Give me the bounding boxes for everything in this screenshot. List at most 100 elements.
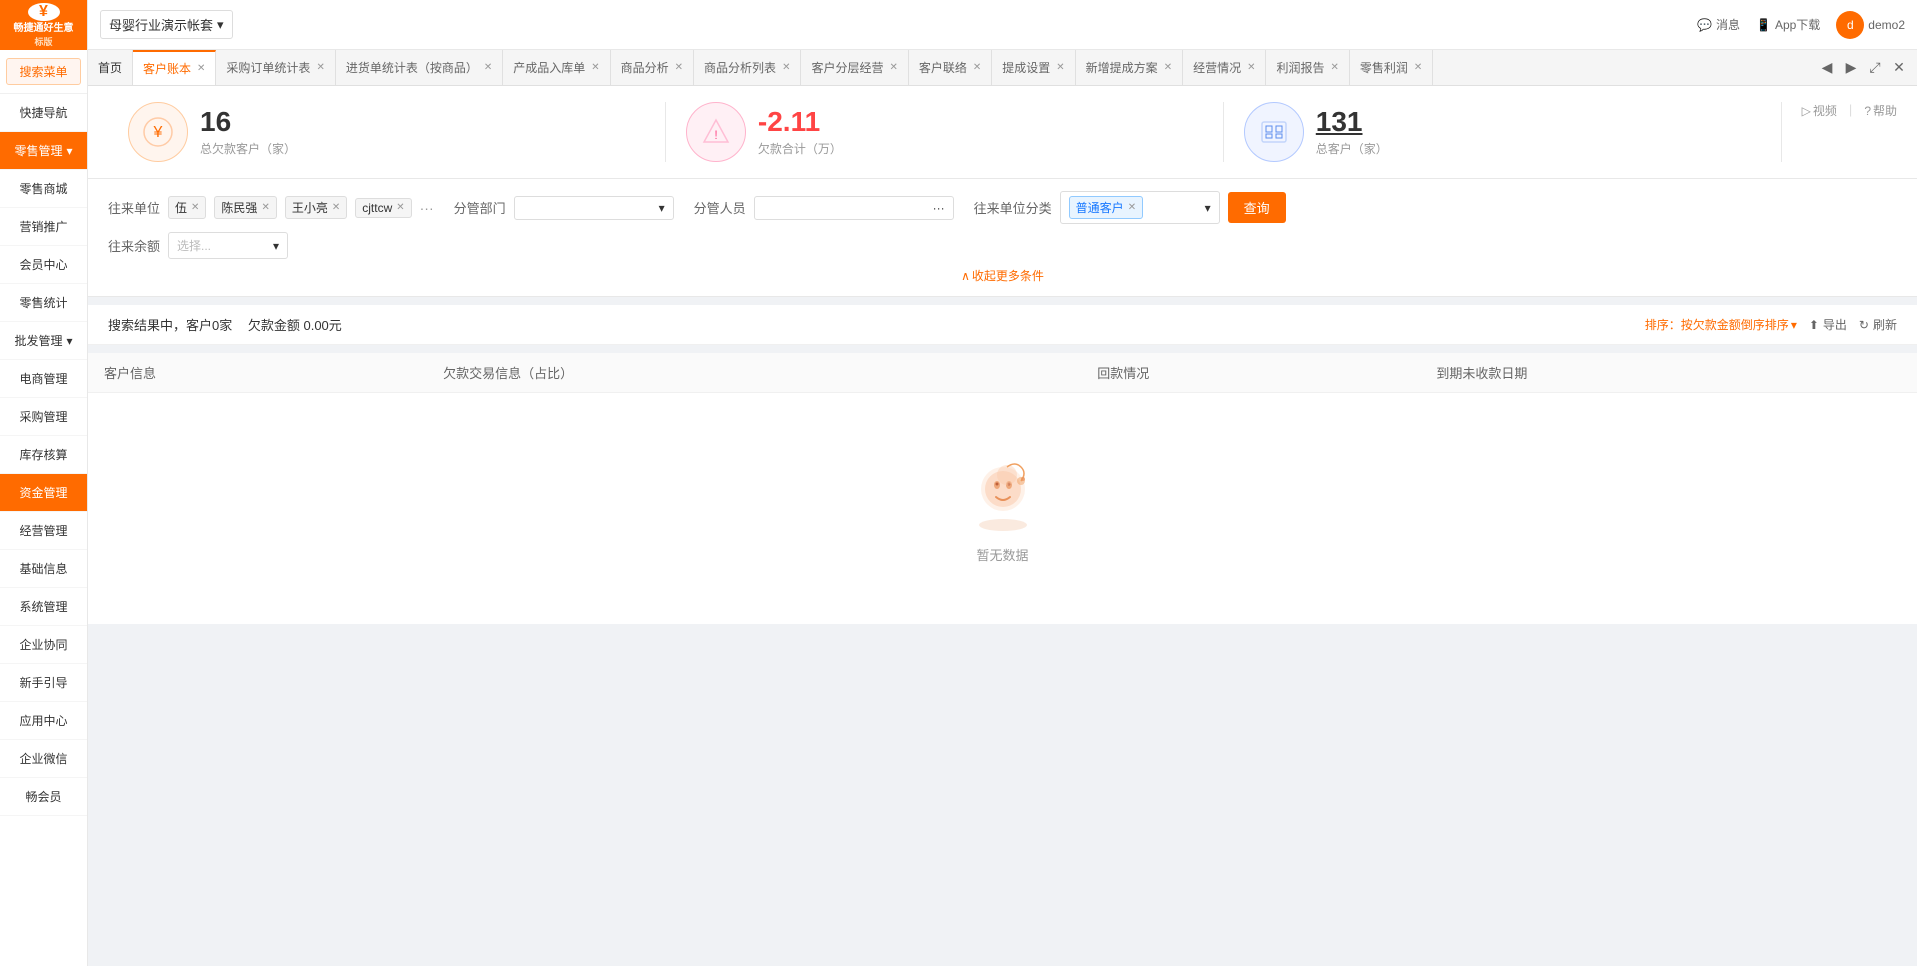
- category-label: 往来单位分类: [974, 198, 1052, 217]
- tab-customer-ledger[interactable]: 客户账本 ✕: [133, 50, 216, 86]
- help-link[interactable]: ? 帮助: [1864, 102, 1897, 119]
- tab-retail-profit-close[interactable]: ✕: [1414, 62, 1422, 73]
- svg-text:¥: ¥: [153, 124, 163, 141]
- sidebar-item-purchase[interactable]: 采购管理: [0, 398, 87, 436]
- tab-home-label: 首页: [98, 59, 122, 76]
- tab-fullscreen-button[interactable]: ⤢: [1865, 58, 1885, 78]
- ecommerce-label: 电商管理: [19, 370, 67, 387]
- sidebar-item-system[interactable]: 系统管理: [0, 588, 87, 626]
- collapse-button[interactable]: ∧ 收起更多条件: [961, 267, 1044, 284]
- tab-purchase-order-close[interactable]: ✕: [316, 62, 324, 73]
- balance-select[interactable]: 选择... ▾: [168, 232, 288, 259]
- video-link[interactable]: ▷ 视频: [1802, 102, 1837, 119]
- tab-new-commission-close[interactable]: ✕: [1164, 62, 1172, 73]
- tab-profit-report-close[interactable]: ✕: [1331, 62, 1339, 73]
- help-icon: ?: [1864, 104, 1871, 118]
- stats-row: ¥ 16 总欠款客户（家） ! -2.11 欠款合计（万）: [88, 86, 1917, 179]
- tab-business-status[interactable]: 经营情况 ✕: [1183, 50, 1266, 86]
- person-more: ···: [933, 201, 945, 215]
- sidebar-item-quick-nav[interactable]: 快捷导航: [0, 94, 87, 132]
- refresh-button[interactable]: ↻ 刷新: [1859, 316, 1897, 333]
- sort-text: 排序：按欠款金额倒序排序: [1645, 316, 1789, 333]
- sidebar-item-basic-info[interactable]: 基础信息: [0, 550, 87, 588]
- tab-new-commission[interactable]: 新增提成方案 ✕: [1076, 50, 1183, 86]
- tab-customer-contact-close[interactable]: ✕: [973, 62, 981, 73]
- sort-select[interactable]: 排序：按欠款金额倒序排序 ▾: [1645, 316, 1797, 333]
- person-select[interactable]: ···: [754, 196, 954, 220]
- category-select[interactable]: 普通客户 ✕ ▾: [1060, 191, 1220, 224]
- search-menu-button[interactable]: 搜索菜单: [6, 58, 81, 85]
- tab-customer-contact[interactable]: 客户联络 ✕: [909, 50, 992, 86]
- sidebar-item-retail-mgmt[interactable]: 零售管理 ▾: [0, 132, 87, 170]
- tab-next-button[interactable]: ▶: [1841, 58, 1861, 78]
- balance-label: 往来余额: [108, 236, 160, 255]
- filter-tag-chen-close[interactable]: ✕: [261, 202, 269, 213]
- sidebar-item-operations[interactable]: 经营管理: [0, 512, 87, 550]
- refresh-label: 刷新: [1873, 316, 1897, 333]
- member-label: 会员中心: [19, 256, 67, 273]
- tab-profit-report[interactable]: 利润报告 ✕: [1266, 50, 1349, 86]
- tab-product-analysis-list-close[interactable]: ✕: [782, 62, 790, 73]
- logo-subtitle: 标版: [34, 35, 52, 48]
- sidebar-item-wechat[interactable]: 企业微信: [0, 740, 87, 778]
- message-button[interactable]: 💬 消息: [1697, 16, 1740, 33]
- tab-purchase-stats-product[interactable]: 进货单统计表（按商品） ✕: [336, 50, 503, 86]
- tab-product-analysis[interactable]: 商品分析 ✕: [611, 50, 694, 86]
- app-center-label: 应用中心: [19, 712, 67, 729]
- tab-purchase-order-stats[interactable]: 采购订单统计表 ✕: [216, 50, 335, 86]
- tab-purchase-stats-close[interactable]: ✕: [484, 62, 492, 73]
- collapse-icon: ∧: [961, 269, 970, 283]
- tab-retail-profit[interactable]: 零售利润 ✕: [1350, 50, 1433, 86]
- tab-home[interactable]: 首页: [88, 50, 133, 86]
- sidebar-item-wholesale[interactable]: 批发管理 ▾: [0, 322, 87, 360]
- filter-tag-wu-close[interactable]: ✕: [191, 202, 199, 213]
- tab-close-all-button[interactable]: ✕: [1889, 58, 1909, 78]
- sidebar-item-retail-mall[interactable]: 零售商城: [0, 170, 87, 208]
- app-download-button[interactable]: 📱 App下载: [1756, 16, 1820, 33]
- tab-customer-contact-label: 客户联络: [919, 59, 967, 76]
- customers-value: 16: [200, 108, 645, 136]
- table-area: 客户信息 欠款交易信息（占比） 回款情况 到期未收款日期: [88, 353, 1917, 624]
- filter-tag-cjttcw-close[interactable]: ✕: [396, 202, 404, 213]
- filter-tag-wang-close[interactable]: ✕: [332, 202, 340, 213]
- sidebar-item-member[interactable]: 会员中心: [0, 246, 87, 284]
- sidebar-item-ecommerce[interactable]: 电商管理: [0, 360, 87, 398]
- sidebar-item-vip[interactable]: 畅会员: [0, 778, 87, 816]
- empty-state: 暂无数据: [88, 393, 1917, 624]
- tab-product-inbound[interactable]: 产成品入库单 ✕: [503, 50, 610, 86]
- export-button[interactable]: ⬆ 导出: [1809, 316, 1847, 333]
- tab-customer-tier-close[interactable]: ✕: [889, 62, 897, 73]
- dept-select[interactable]: ▾: [514, 196, 674, 220]
- tab-prev-button[interactable]: ◀: [1817, 58, 1837, 78]
- marketing-label: 营销推广: [19, 218, 67, 235]
- sidebar-logo: ¥ 畅捷通好生意 标版: [0, 0, 87, 50]
- sidebar-item-marketing[interactable]: 营销推广: [0, 208, 87, 246]
- user-profile[interactable]: d demo2: [1836, 11, 1905, 39]
- total-customers-info: 131 总客户（家）: [1316, 108, 1761, 157]
- sidebar-item-guide[interactable]: 新手引导: [0, 664, 87, 702]
- tab-commission-settings-close[interactable]: ✕: [1056, 62, 1064, 73]
- debt-info: -2.11 欠款合计（万）: [758, 108, 1203, 157]
- sidebar-item-enterprise[interactable]: 企业协同: [0, 626, 87, 664]
- tab-business-status-close[interactable]: ✕: [1247, 62, 1255, 73]
- inventory-label: 库存核算: [19, 446, 67, 463]
- tab-customer-tier[interactable]: 客户分层经营 ✕: [801, 50, 908, 86]
- filter-more-btn[interactable]: ···: [420, 200, 434, 216]
- tab-product-analysis-list[interactable]: 商品分析列表 ✕: [694, 50, 801, 86]
- collapse-row: ∧ 收起更多条件: [108, 267, 1897, 284]
- search-button[interactable]: 查询: [1228, 192, 1286, 223]
- purchase-label: 采购管理: [19, 408, 67, 425]
- sidebar-item-app-center[interactable]: 应用中心: [0, 702, 87, 740]
- sidebar-item-inventory[interactable]: 库存核算: [0, 436, 87, 474]
- sidebar-item-finance[interactable]: 资金管理: [0, 474, 87, 512]
- col-due-date: 到期未收款日期: [1420, 353, 1917, 393]
- sidebar-item-retail-stats[interactable]: 零售统计: [0, 284, 87, 322]
- tab-product-inbound-close[interactable]: ✕: [591, 62, 599, 73]
- store-selector[interactable]: 母婴行业演示帐套 ▾: [100, 10, 233, 39]
- table-header-bar: 搜索结果中，客户0家 欠款金额 0.00元 排序：按欠款金额倒序排序 ▾ ⬆ 导…: [88, 305, 1917, 345]
- category-tag-close[interactable]: ✕: [1128, 202, 1136, 213]
- tab-commission-settings[interactable]: 提成设置 ✕: [992, 50, 1075, 86]
- tab-product-analysis-close[interactable]: ✕: [675, 62, 683, 73]
- tab-customer-ledger-close[interactable]: ✕: [197, 63, 205, 74]
- tab-retail-profit-label: 零售利润: [1360, 59, 1408, 76]
